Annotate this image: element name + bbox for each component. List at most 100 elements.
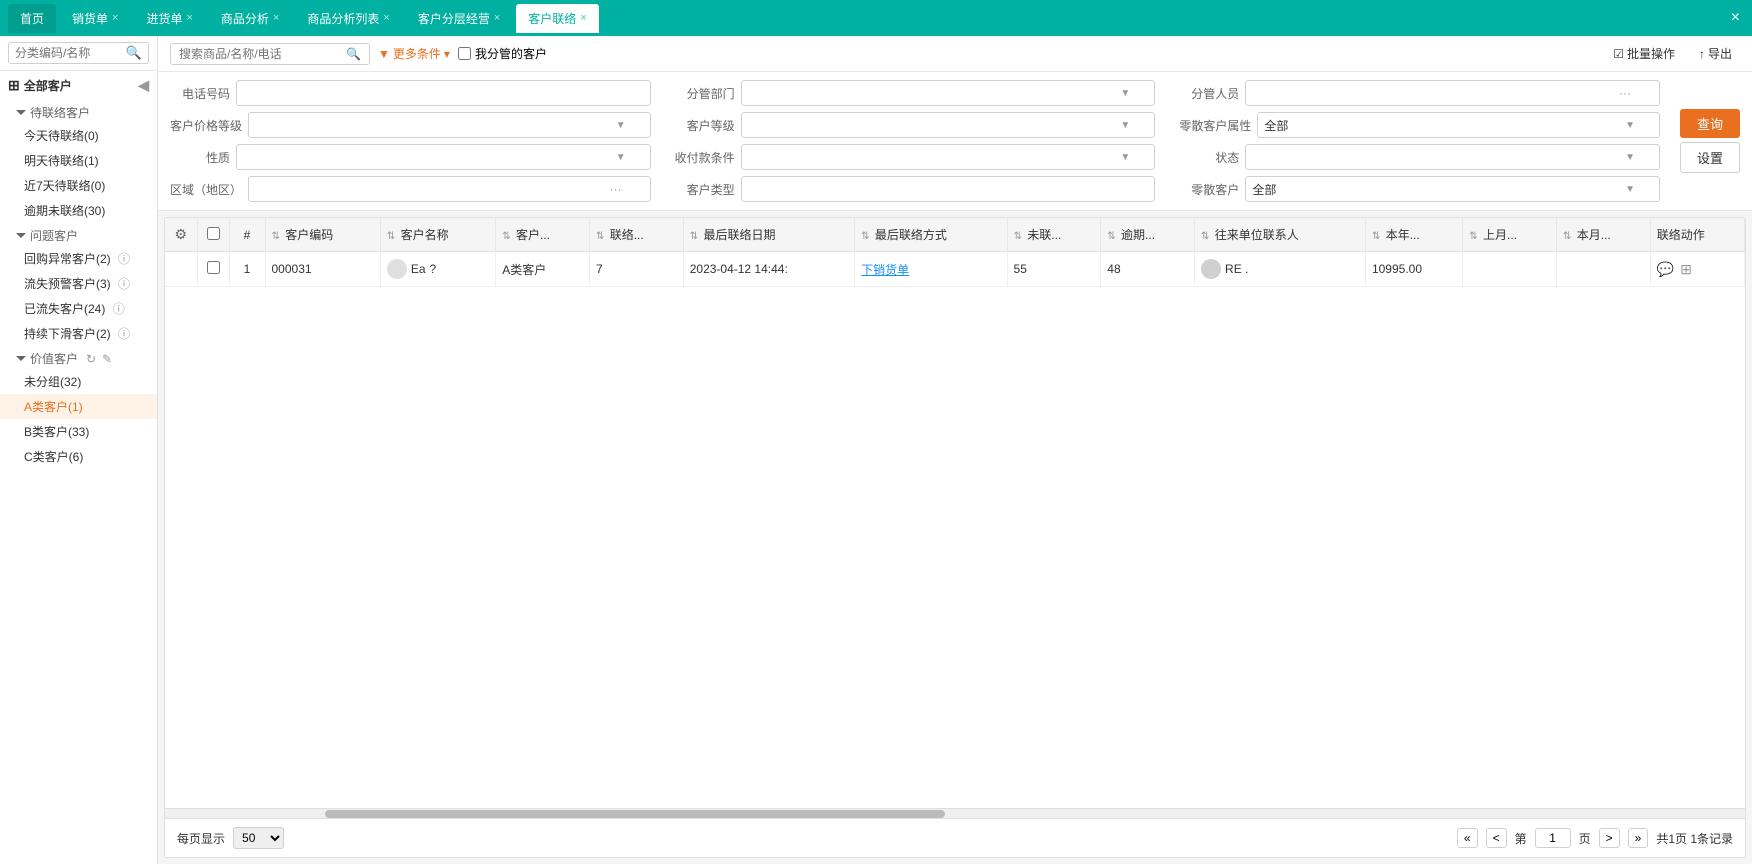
tab-customer-contact[interactable]: 客户联络 × (516, 4, 598, 33)
table-scroll-area[interactable]: ⚙ # ⇅ 客户编码 (165, 218, 1745, 808)
retail-customer-select[interactable]: 全部 ▼ (1245, 176, 1660, 202)
next-page-btn[interactable]: > (1599, 828, 1620, 848)
col-code-header[interactable]: ⇅ 客户编码 (265, 218, 380, 252)
region-dots-icon[interactable]: ··· (606, 182, 626, 196)
payment-label: 收付款条件 (675, 149, 735, 166)
scrollbar-thumb[interactable] (325, 810, 945, 818)
my-customers-check-input[interactable] (458, 47, 471, 60)
tab-customer-segment[interactable]: 客户分层经营 × (406, 4, 512, 33)
last-page-btn[interactable]: » (1628, 828, 1649, 848)
payment-select[interactable]: ▼ (741, 144, 1156, 170)
select-all-checkbox[interactable] (207, 227, 220, 240)
tab-purchase[interactable]: 进货单 × (134, 4, 204, 33)
total-records-label: 共1页 1条记录 (1656, 830, 1733, 847)
tab-sales[interactable]: 销货单 × (60, 4, 130, 33)
info-icon-3: ⓘ (113, 302, 125, 316)
sidebar-search-input[interactable] (15, 46, 122, 60)
last-method-link[interactable]: 下销货单 (861, 263, 909, 277)
col-this-year-header[interactable]: ⇅ 本年... (1365, 218, 1462, 252)
query-button[interactable]: 查询 (1680, 109, 1740, 138)
sidebar-search-box[interactable]: 🔍 (8, 42, 149, 64)
dept-select[interactable]: ▼ (741, 80, 1156, 106)
export-btn[interactable]: ↑ 导出 (1691, 42, 1740, 65)
sidebar-item-lost[interactable]: 已流失客户(24) ⓘ (0, 296, 157, 321)
prev-page-btn[interactable]: < (1486, 828, 1507, 848)
sidebar-item-ungroup[interactable]: 未分组(32) (0, 369, 157, 394)
customer-type-input[interactable] (741, 176, 1156, 202)
chat-icon[interactable]: 💬 (1657, 261, 1674, 278)
row-checkbox[interactable] (207, 261, 220, 274)
sidebar-group-problem[interactable]: 问题客户 (0, 223, 157, 246)
sidebar-item-overdue[interactable]: 逾期未联络(30) (0, 198, 157, 223)
sidebar-item-repurchase-abnormal[interactable]: 回购异常客户(2) ⓘ (0, 246, 157, 271)
person-dots-icon[interactable]: ··· (1615, 86, 1635, 100)
page-size-select[interactable]: 50 100 200 (233, 827, 284, 849)
page-number-input[interactable] (1535, 828, 1571, 848)
nature-select[interactable]: ▼ (236, 144, 651, 170)
horizontal-scrollbar[interactable] (165, 808, 1745, 818)
customer-level-select[interactable]: ▼ (741, 112, 1156, 138)
region-select[interactable]: ··· (248, 176, 651, 202)
close-goods-list-tab[interactable]: × (383, 12, 389, 24)
batch-operation-btn[interactable]: ☑ 批量操作 (1605, 42, 1683, 65)
main-search-input[interactable] (179, 47, 342, 61)
status-chevron-icon: ▼ (1625, 152, 1635, 163)
tab-goods-analysis[interactable]: 商品分析 × (209, 4, 291, 33)
edit-value-icon[interactable]: ✎ (102, 352, 112, 366)
sort-type-icon: ⇅ (502, 231, 510, 242)
close-purchase-tab[interactable]: × (186, 12, 192, 24)
row-action: 💬 ⊞ (1650, 252, 1744, 287)
phone-input[interactable] (236, 80, 651, 106)
col-type-header[interactable]: ⇅ 客户... (496, 218, 590, 252)
tab-goods-list[interactable]: 商品分析列表 × (295, 4, 401, 33)
close-customer-contact-tab[interactable]: × (580, 12, 586, 24)
col-unit-contact-header[interactable]: ⇅ 往来单位联系人 (1195, 218, 1366, 252)
qr-icon[interactable]: ⊞ (1680, 261, 1692, 278)
customer-table: ⚙ # ⇅ 客户编码 (165, 218, 1745, 287)
close-goods-analysis-tab[interactable]: × (273, 12, 279, 24)
tab-home[interactable]: 首页 (8, 4, 56, 33)
sidebar-item-loss-warning[interactable]: 流失预警客户(3) ⓘ (0, 271, 157, 296)
setting-button[interactable]: 设置 (1680, 142, 1740, 173)
filter-payment: 收付款条件 ▼ (675, 144, 1156, 170)
status-select[interactable]: ▼ (1245, 144, 1660, 170)
col-num: # (229, 218, 265, 252)
close-sales-tab[interactable]: × (112, 12, 118, 24)
sidebar-item-a-class[interactable]: A类客户(1) (0, 394, 157, 419)
my-customers-checkbox[interactable]: 我分管的客户 (458, 45, 547, 62)
sidebar-item-b-class[interactable]: B类客户(33) (0, 419, 157, 444)
table-gear-icon[interactable]: ⚙ (174, 226, 187, 242)
col-last-month-header[interactable]: ⇅ 上月... (1463, 218, 1557, 252)
sidebar-item-today[interactable]: 今天待联络(0) (0, 123, 157, 148)
col-name-header[interactable]: ⇅ 客户名称 (380, 218, 495, 252)
main-search-box[interactable]: 🔍 (170, 43, 370, 65)
sidebar-item-c-class[interactable]: C类客户(6) (0, 444, 157, 469)
sidebar-item-tomorrow[interactable]: 明天待联络(1) (0, 148, 157, 173)
col-no-contact-header[interactable]: ⇅ 未联... (1007, 218, 1101, 252)
collapse-icon[interactable]: ◀ (138, 77, 149, 94)
col-last-date-header[interactable]: ⇅ 最后联络日期 (683, 218, 854, 252)
price-level-select[interactable]: ▼ (248, 112, 651, 138)
more-filters-btn[interactable]: ▼ 更多条件 ▾ (378, 45, 450, 62)
person-select[interactable]: ··· (1245, 80, 1660, 106)
sidebar-item-declining[interactable]: 持续下滑客户(2) ⓘ (0, 321, 157, 346)
close-all-tabs[interactable]: × (1731, 9, 1740, 27)
col-last-method-header[interactable]: ⇅ 最后联络方式 (855, 218, 1007, 252)
col-gear: ⚙ (165, 218, 197, 252)
sidebar-item-7days[interactable]: 近7天待联络(0) (0, 173, 157, 198)
sidebar-group-value[interactable]: 价值客户 ↻ ✎ (0, 346, 157, 369)
table-row: 1 000031 Ea ? (165, 252, 1745, 287)
retail-attr-select[interactable]: 全部 ▼ (1257, 112, 1660, 138)
close-customer-segment-tab[interactable]: × (494, 12, 500, 24)
dept-label: 分管部门 (675, 85, 735, 102)
retail-customer-chevron-icon: ▼ (1625, 184, 1635, 195)
first-page-btn[interactable]: « (1457, 828, 1478, 848)
filter-price-level: 客户价格等级 ▼ (170, 112, 651, 138)
filter-nature: 性质 ▼ (170, 144, 651, 170)
col-contact-header[interactable]: ⇅ 联络... (589, 218, 683, 252)
sidebar-all-customers[interactable]: ⊞ 全部客户 ◀ (0, 71, 157, 100)
sidebar-group-pending[interactable]: 待联络客户 (0, 100, 157, 123)
col-this-month-header[interactable]: ⇅ 本月... (1557, 218, 1651, 252)
col-overdue-header[interactable]: ⇅ 逾期... (1101, 218, 1195, 252)
refresh-value-icon[interactable]: ↻ (86, 352, 96, 366)
